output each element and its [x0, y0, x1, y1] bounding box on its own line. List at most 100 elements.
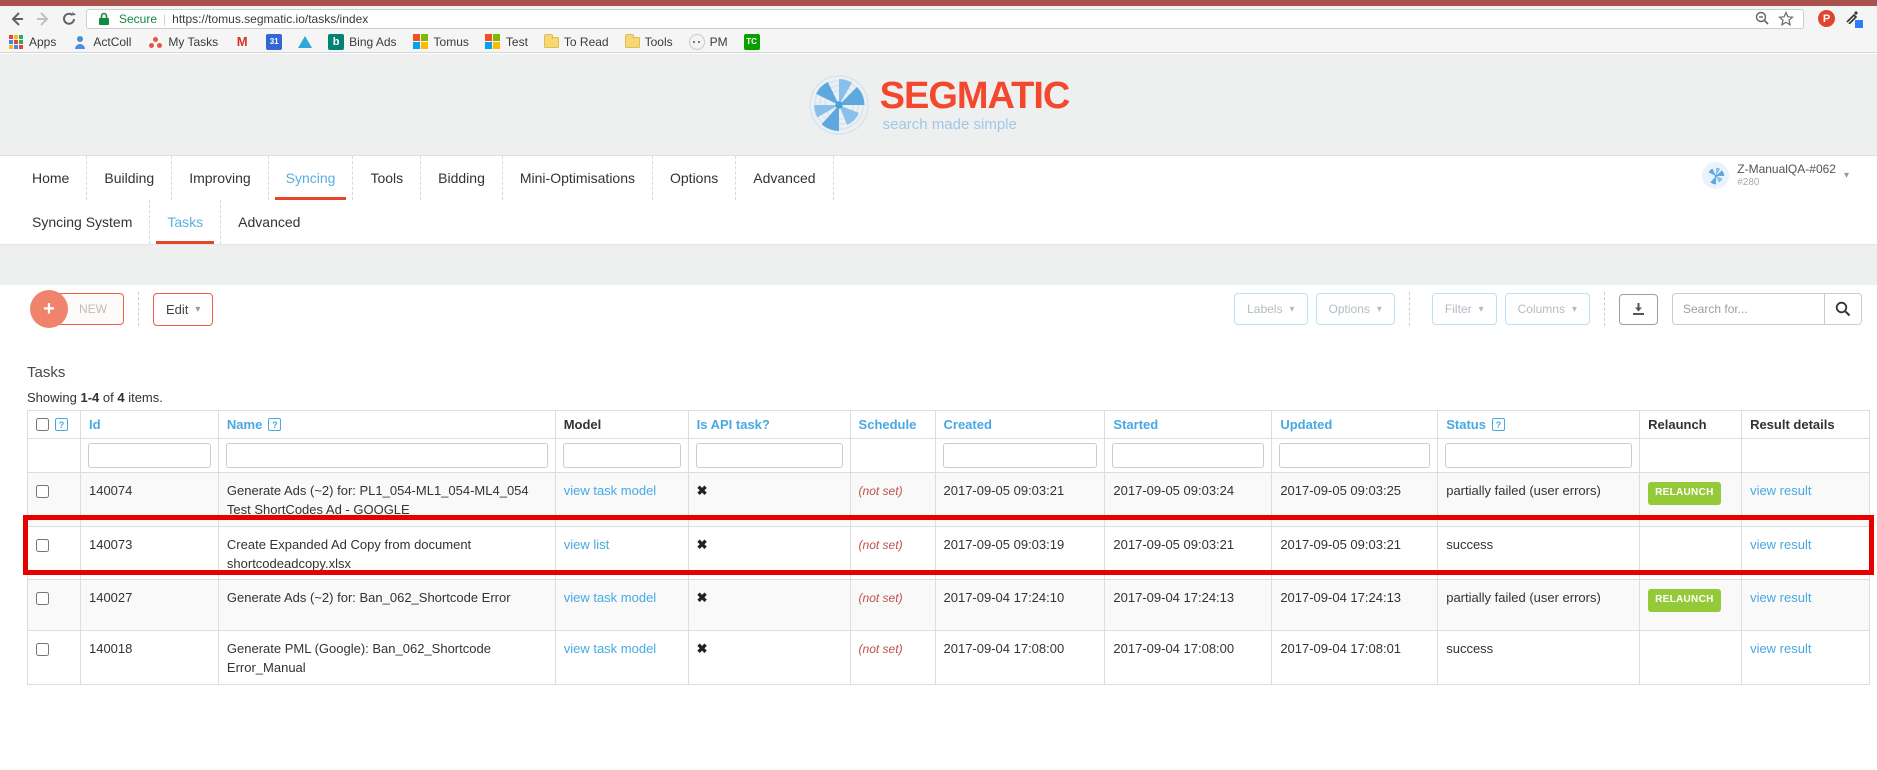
- radar-logo-icon: [808, 74, 869, 135]
- row-checkbox[interactable]: [36, 643, 49, 657]
- view-result-link[interactable]: view result: [1750, 641, 1811, 656]
- row-checkbox[interactable]: [36, 485, 49, 498]
- forward-icon[interactable]: [34, 10, 52, 28]
- task-id: 140073: [81, 526, 219, 580]
- bookmark-tomus[interactable]: Tomus: [413, 34, 469, 50]
- help-icon[interactable]: ?: [268, 418, 282, 431]
- bookmark-pm[interactable]: PM: [688, 33, 728, 50]
- new-button[interactable]: + NEW: [30, 290, 124, 328]
- pocket-extension-icon[interactable]: P: [1818, 10, 1835, 27]
- bookmark-triangle[interactable]: [298, 35, 313, 48]
- options-button[interactable]: Options ▾: [1315, 293, 1395, 325]
- view-list-link[interactable]: view list: [564, 537, 610, 552]
- view-task-model-link[interactable]: view task model: [564, 483, 656, 498]
- relaunch-button[interactable]: RELAUNCH: [1648, 589, 1721, 612]
- created-value: 2017-09-05 09:03:19: [936, 526, 1106, 580]
- view-task-model-link[interactable]: view task model: [564, 641, 656, 656]
- refresh-icon[interactable]: [60, 10, 78, 28]
- column-header-model: Model: [556, 411, 689, 438]
- search-input[interactable]: [1672, 293, 1824, 325]
- updated-filter-input[interactable]: [1279, 443, 1431, 468]
- help-icon[interactable]: ?: [1491, 418, 1505, 431]
- started-filter-input[interactable]: [1112, 443, 1265, 468]
- tab-home[interactable]: Home: [15, 156, 88, 200]
- model-filter-input[interactable]: [562, 443, 681, 468]
- id-filter-input[interactable]: [87, 443, 211, 468]
- task-name: Create Expanded Ad Copy from document sh…: [219, 526, 556, 580]
- bookmark-star-icon[interactable]: [1777, 10, 1795, 28]
- url-text[interactable]: https://tomus.segmatic.io/tasks/index: [172, 12, 1747, 26]
- zoom-indicator-icon[interactable]: [1753, 10, 1771, 28]
- status-filter-input[interactable]: [1445, 443, 1633, 468]
- bookmark-bing-ads[interactable]: b Bing Ads: [328, 33, 397, 50]
- chevron-down-icon: ▾: [195, 303, 201, 315]
- subtab-tasks[interactable]: Tasks: [150, 200, 222, 244]
- edit-button[interactable]: Edit ▾: [153, 292, 214, 326]
- tab-options[interactable]: Options: [653, 156, 737, 200]
- created-filter-input[interactable]: [942, 443, 1098, 468]
- column-header-created[interactable]: Created: [936, 411, 1106, 438]
- started-value: 2017-09-05 09:03:24: [1105, 473, 1273, 526]
- view-result-link[interactable]: view result: [1750, 590, 1811, 605]
- row-checkbox[interactable]: [36, 538, 49, 552]
- started-value: 2017-09-05 09:03:21: [1105, 526, 1273, 580]
- row-checkbox[interactable]: [36, 592, 49, 606]
- tab-advanced[interactable]: Advanced: [736, 156, 834, 200]
- bookmark-gmail[interactable]: M: [234, 34, 250, 50]
- tab-tools[interactable]: Tools: [353, 156, 422, 200]
- view-result-link[interactable]: view result: [1750, 483, 1811, 498]
- back-icon[interactable]: [8, 10, 26, 28]
- tab-building[interactable]: Building: [87, 156, 173, 200]
- help-icon[interactable]: ?: [55, 418, 68, 431]
- bookmark-techcrunch[interactable]: TC: [743, 33, 760, 50]
- created-value: 2017-09-04 17:24:10: [936, 580, 1106, 631]
- updated-value: 2017-09-05 09:03:25: [1272, 473, 1439, 526]
- column-header-started[interactable]: Started: [1105, 411, 1273, 438]
- tab-syncing[interactable]: Syncing: [269, 156, 354, 200]
- labels-button[interactable]: Labels ▾: [1234, 293, 1308, 325]
- bookmark-my-tasks[interactable]: My Tasks: [147, 34, 218, 50]
- bookmark-test[interactable]: Test: [485, 34, 528, 50]
- address-bar[interactable]: Secure | https://tomus.segmatic.io/tasks…: [86, 8, 1804, 29]
- subtab-syncing-system[interactable]: Syncing System: [15, 200, 151, 244]
- bookmark-tools[interactable]: Tools: [624, 34, 673, 49]
- column-header-is-api-task[interactable]: Is API task?: [689, 411, 851, 438]
- cross-icon: ✖: [696, 483, 708, 498]
- main-nav: Home Building Improving Syncing Tools Bi…: [0, 155, 1877, 200]
- view-task-model-link[interactable]: view task model: [564, 590, 656, 605]
- column-header-status[interactable]: Status?: [1438, 411, 1641, 438]
- user-menu[interactable]: Z-ManualQA-#062 #280 ▾: [1702, 162, 1849, 189]
- is-api-task-filter-input[interactable]: [695, 443, 843, 468]
- column-header-schedule[interactable]: Schedule: [851, 411, 936, 438]
- filter-button[interactable]: Filter ▾: [1431, 293, 1497, 325]
- tab-bidding[interactable]: Bidding: [421, 156, 503, 200]
- relaunch-button[interactable]: RELAUNCH: [1648, 482, 1721, 505]
- view-result-link[interactable]: view result: [1750, 537, 1811, 552]
- logo-tagline: search made simple: [882, 115, 1017, 133]
- tab-improving[interactable]: Improving: [172, 156, 269, 200]
- user-name: Z-ManualQA-#062: [1737, 161, 1836, 176]
- name-filter-input[interactable]: [225, 443, 548, 468]
- task-id: 140027: [81, 580, 219, 631]
- column-header-updated[interactable]: Updated: [1272, 411, 1439, 438]
- segmatic-logo: SEGMATIC search made simple: [808, 74, 1070, 136]
- subtab-advanced[interactable]: Advanced: [221, 200, 317, 244]
- columns-button[interactable]: Columns ▾: [1504, 293, 1590, 325]
- bookmark-to-read[interactable]: To Read: [543, 34, 609, 49]
- chevron-down-icon: ▾: [1289, 303, 1295, 315]
- column-header-id[interactable]: Id: [81, 411, 219, 438]
- select-all-checkbox[interactable]: [36, 418, 49, 431]
- search-button[interactable]: [1824, 293, 1862, 325]
- apps-grid-icon: [8, 34, 24, 50]
- task-id: 140018: [81, 631, 219, 685]
- bookmark-apps[interactable]: Apps: [8, 34, 56, 50]
- color-picker-extension-icon[interactable]: [1845, 10, 1863, 28]
- cross-icon: ✖: [696, 536, 708, 552]
- updated-value: 2017-09-04 17:08:01: [1272, 631, 1439, 685]
- techcrunch-icon: TC: [743, 33, 760, 50]
- bookmark-actcoll[interactable]: ActColl: [72, 34, 131, 50]
- download-button[interactable]: [1619, 293, 1658, 325]
- bookmark-calendar[interactable]: 31: [266, 33, 283, 50]
- column-header-name[interactable]: Name?: [219, 411, 556, 438]
- tab-mini-optimisations[interactable]: Mini-Optimisations: [503, 156, 653, 200]
